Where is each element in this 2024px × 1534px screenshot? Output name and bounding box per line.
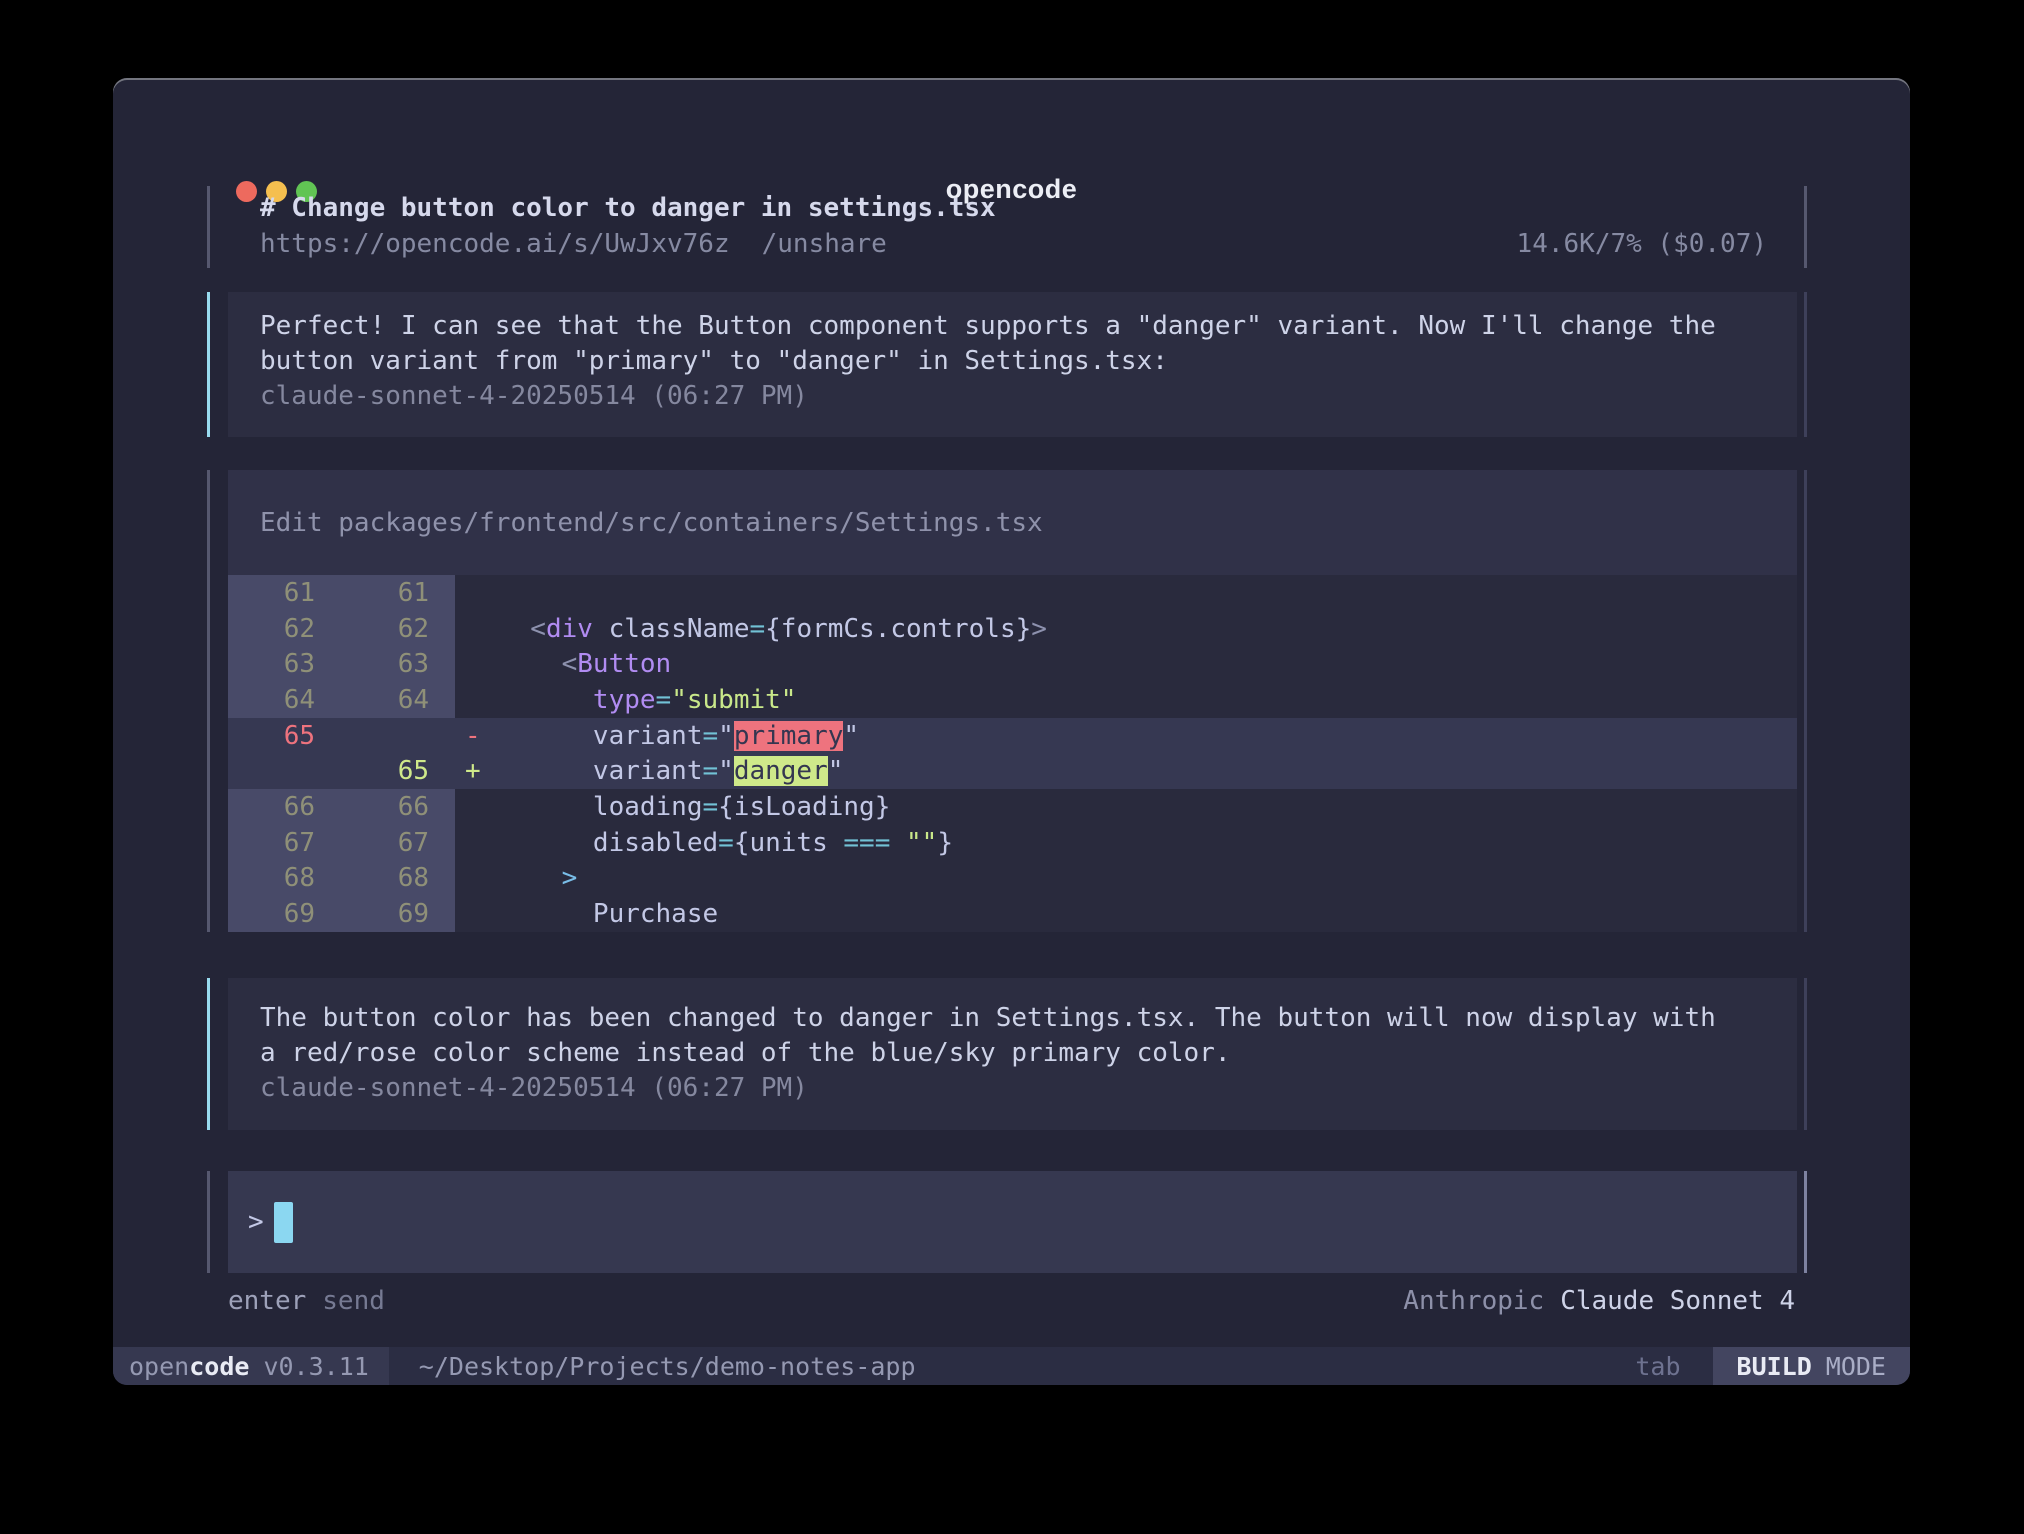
new-line-number: 63 — [341, 646, 455, 682]
code-line: disabled={units === ""} — [499, 828, 1797, 858]
new-line-number: 68 — [341, 861, 455, 897]
message-line: a red/rose color scheme instead of the b… — [260, 1036, 1767, 1071]
session-header: # Change button color to danger in setti… — [207, 186, 1807, 268]
provider-label: Anthropic — [1403, 1286, 1544, 1316]
diff-view: 61616262 <div className={formCs.controls… — [228, 575, 1797, 932]
prompt-input[interactable]: > — [207, 1171, 1807, 1273]
titlebar: opencode — [113, 78, 1910, 148]
diff-row: 6464 type="submit" — [228, 682, 1797, 718]
message-meta: claude-sonnet-4-20250514 (06:27 PM) — [260, 1071, 1767, 1106]
diff-row: 6767 disabled={units === ""} — [228, 825, 1797, 861]
diff-row: 65+ variant="danger" — [228, 753, 1797, 789]
message-border-right — [1804, 978, 1807, 1130]
old-line-number — [228, 753, 341, 789]
app-version-chip: opencode v0.3.11 — [113, 1347, 389, 1385]
prompt-symbol: > — [248, 1207, 264, 1237]
session-title: # Change button color to danger in setti… — [228, 186, 1797, 226]
new-line-number: 61 — [341, 575, 455, 611]
new-line-number: 64 — [341, 682, 455, 718]
brand-code: code — [189, 1352, 249, 1381]
version-label: v0.3.11 — [263, 1352, 368, 1381]
code-line: <div className={formCs.controls}> — [499, 614, 1797, 644]
message-accent-border — [207, 978, 210, 1130]
new-line-number: 62 — [341, 611, 455, 647]
share-url: https://opencode.ai/s/UwJxv76z — [260, 226, 730, 262]
assistant-message: The button color has been changed to dan… — [207, 978, 1807, 1130]
model-label: Claude Sonnet 4 — [1560, 1286, 1795, 1316]
old-line-number: 62 — [228, 611, 341, 647]
token-usage: 14.6K/7% ($0.07) — [1517, 226, 1767, 262]
project-path: ~/Desktop/Projects/demo-notes-app — [419, 1352, 916, 1381]
old-line-number: 65 — [228, 718, 341, 754]
enter-key-hint: enter — [228, 1283, 306, 1319]
diff-row: 6161 — [228, 575, 1797, 611]
session-border-right — [1804, 186, 1807, 268]
code-line: Purchase — [499, 899, 1797, 929]
edit-border-left — [207, 470, 210, 932]
diff-row: 6363 <Button — [228, 646, 1797, 682]
footer-hints: enter send Anthropic Claude Sonnet 4 — [228, 1283, 1795, 1319]
code-line: type="submit" — [499, 685, 1797, 715]
old-line-number: 64 — [228, 682, 341, 718]
unshare-command: /unshare — [762, 226, 887, 262]
diff-marker: + — [455, 756, 499, 786]
prompt-border-left — [207, 1171, 210, 1273]
message-line: The button color has been changed to dan… — [260, 1001, 1767, 1036]
old-line-number: 61 — [228, 575, 341, 611]
diff-row: 6666 loading={isLoading} — [228, 789, 1797, 825]
edit-border-right — [1804, 470, 1807, 932]
mode-toggle-chip[interactable]: BUILD MODE — [1713, 1347, 1910, 1385]
message-line: button variant from "primary" to "danger… — [260, 344, 1767, 379]
code-line: <Button — [499, 649, 1797, 679]
message-border-right — [1804, 292, 1807, 437]
message-accent-border — [207, 292, 210, 437]
text-cursor — [274, 1202, 293, 1243]
diff-row: 6969 Purchase — [228, 896, 1797, 932]
diff-row: 6262 <div className={formCs.controls}> — [228, 611, 1797, 647]
diff-row: 65 - variant="primary" — [228, 718, 1797, 754]
diff-marker: - — [455, 721, 499, 751]
session-border-left — [207, 186, 210, 268]
old-line-number: 68 — [228, 861, 341, 897]
old-line-number: 66 — [228, 789, 341, 825]
old-line-number: 67 — [228, 825, 341, 861]
message-meta: claude-sonnet-4-20250514 (06:27 PM) — [260, 379, 1767, 414]
message-line: Perfect! I can see that the Button compo… — [260, 309, 1767, 344]
edit-tool-block: Edit packages/frontend/src/containers/Se… — [207, 470, 1807, 932]
send-action-label: send — [322, 1283, 385, 1319]
code-line: loading={isLoading} — [499, 792, 1797, 822]
diff-row: 6868 > — [228, 861, 1797, 897]
new-line-number — [341, 718, 455, 754]
assistant-message: Perfect! I can see that the Button compo… — [207, 292, 1807, 437]
new-line-number: 66 — [341, 789, 455, 825]
code-line: variant="primary" — [499, 721, 1797, 751]
new-line-number: 67 — [341, 825, 455, 861]
new-line-number: 69 — [341, 896, 455, 932]
mode-suffix: MODE — [1826, 1352, 1886, 1381]
old-line-number: 63 — [228, 646, 341, 682]
mode-name: BUILD — [1737, 1352, 1812, 1381]
status-bar: opencode v0.3.11 ~/Desktop/Projects/demo… — [113, 1347, 1910, 1385]
prompt-border-right — [1804, 1171, 1807, 1273]
old-line-number: 69 — [228, 896, 341, 932]
code-line: variant="danger" — [499, 756, 1797, 786]
code-line: > — [499, 863, 1797, 893]
edit-file-title: Edit packages/frontend/src/containers/Se… — [228, 470, 1797, 575]
brand-open: open — [129, 1352, 189, 1381]
opencode-window: opencode # Change button color to danger… — [113, 78, 1910, 1385]
new-line-number: 65 — [341, 753, 455, 789]
tab-key-hint: tab — [1635, 1352, 1680, 1381]
